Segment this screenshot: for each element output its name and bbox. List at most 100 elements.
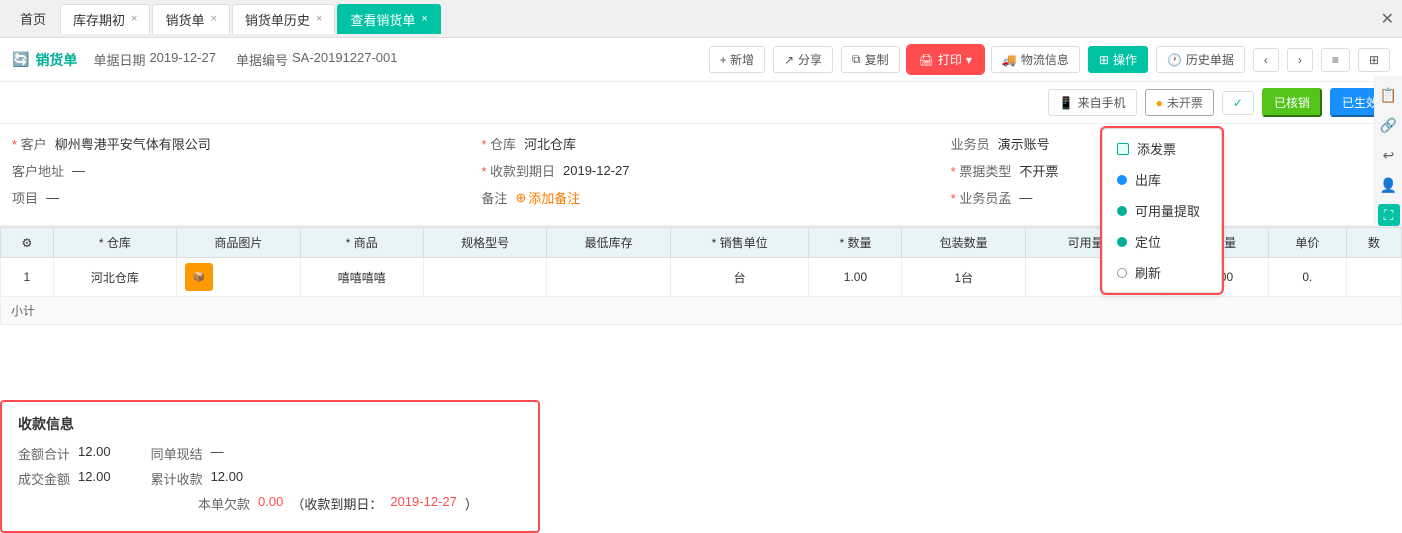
share-label: 分享	[798, 51, 822, 68]
col-warehouse: * 仓库	[53, 228, 176, 258]
print-button[interactable]: 🖨 打印 ▾	[908, 46, 983, 73]
payment-date-value: 2019-12-27	[563, 163, 630, 178]
project-label: 项目	[12, 188, 38, 207]
row-product-img: 📦	[177, 258, 300, 297]
available-qty-icon	[1117, 206, 1127, 216]
sidebar-icon-3[interactable]: ↩	[1378, 144, 1400, 166]
doc-number-group: 单据编号 SA-20191227-001	[236, 50, 398, 69]
add-invoice-label: 添发票	[1137, 139, 1176, 158]
refresh-icon	[1117, 268, 1127, 278]
view-list-button[interactable]: ≡	[1321, 48, 1350, 72]
available-qty-label: 可用量提取	[1135, 201, 1200, 220]
dropdown-add-invoice[interactable]: 添发票	[1103, 133, 1221, 164]
payment-row-1: 金额合计 12.00 同单现结 —	[18, 444, 522, 463]
deal-amount-label: 成交金额	[18, 469, 70, 488]
tab-view-sales-close[interactable]: ×	[421, 13, 427, 25]
confirm-icon-button[interactable]: ✓	[1222, 91, 1254, 115]
doc-number-value: SA-20191227-001	[292, 50, 398, 69]
dropdown-locate[interactable]: 定位	[1103, 226, 1221, 257]
amount-total-value: 12.00	[78, 444, 111, 463]
row-index: 1	[1, 258, 54, 297]
project-value: —	[46, 190, 59, 205]
sidebar-icon-1[interactable]: 📋	[1378, 84, 1400, 106]
logistics-label: 物流信息	[1021, 51, 1069, 68]
logistics-button[interactable]: 🚚 物流信息	[991, 46, 1080, 73]
sidebar-icon-4[interactable]: 👤	[1378, 174, 1400, 196]
tab-inventory-close[interactable]: ×	[131, 13, 137, 25]
new-button[interactable]: + 新增	[709, 46, 765, 73]
row-spec	[423, 258, 546, 297]
address-value: —	[72, 163, 85, 178]
tab-inventory-label: 库存期初	[73, 10, 125, 29]
doc-type-label: 销货单	[35, 50, 77, 70]
col-spec: 规格型号	[423, 228, 546, 258]
copy-icon: ⧉	[852, 52, 861, 67]
copy-button[interactable]: ⧉ 复制	[841, 46, 900, 73]
address-field: 客户地址 —	[12, 161, 451, 180]
nav-prev-button[interactable]: ‹	[1253, 48, 1279, 72]
share-button[interactable]: ↗ 分享	[773, 46, 833, 73]
doc-type-title: 🔄 销货单	[12, 50, 77, 70]
doc-meta: 单据日期 2019-12-27 单据编号 SA-20191227-001	[93, 50, 397, 69]
tab-sales-history-close[interactable]: ×	[316, 13, 322, 25]
sidebar-icon-5[interactable]: ⛶	[1378, 204, 1400, 226]
dropdown-available-qty[interactable]: 可用量提取	[1103, 195, 1221, 226]
refresh-label: 刷新	[1135, 263, 1161, 282]
tab-inventory[interactable]: 库存期初 ×	[60, 4, 150, 34]
dropdown-outbound[interactable]: 出库	[1103, 164, 1221, 195]
tab-sales-history-label: 销货单历史	[245, 10, 310, 29]
history-button[interactable]: 🕐 历史单据	[1156, 46, 1245, 73]
row-pack-qty: 1台	[902, 258, 1025, 297]
tab-sales[interactable]: 销货单 ×	[152, 4, 229, 34]
biz-staff-value: —	[1019, 190, 1032, 205]
nav-next-button[interactable]: ›	[1287, 48, 1313, 72]
col-settings[interactable]: ⚙	[1, 228, 54, 258]
subtotal-label: 小计	[11, 304, 35, 318]
history-icon: 🕐	[1167, 53, 1182, 67]
tab-sales-history[interactable]: 销货单历史 ×	[232, 4, 335, 34]
balance-note: （收款到期日：	[291, 494, 382, 513]
checked-button[interactable]: 已核销	[1262, 88, 1322, 117]
col-img: 商品图片	[177, 228, 300, 258]
product-image: 📦	[185, 263, 213, 291]
payment-row-3: 本单欠款 0.00 （收款到期日： 2019-12-27 ）	[18, 494, 522, 513]
payment-date-label: 收款到期日	[481, 161, 555, 180]
from-mobile-label: 来自手机	[1078, 94, 1126, 111]
payment-info-panel: 收款信息 金额合计 12.00 同单现结 — 成交金额 12.00 累计收款 1…	[0, 400, 540, 533]
add-remark-button[interactable]: ⊕ 添加备注	[515, 188, 580, 207]
col-pack-qty: 包装数量	[902, 228, 1025, 258]
remark-label: 备注	[481, 188, 507, 207]
biz-staff-label: 业务员孟	[951, 188, 1012, 207]
tab-home[interactable]: 首页	[8, 4, 58, 34]
col-unit: * 销售单位	[670, 228, 809, 258]
window-close-button[interactable]: ✕	[1381, 9, 1394, 29]
operate-button[interactable]: ⊞ 操作	[1088, 46, 1148, 73]
tab-sales-close[interactable]: ×	[210, 13, 216, 25]
row-unit: 台	[670, 258, 809, 297]
add-invoice-icon	[1117, 143, 1129, 155]
doc-number-label: 单据编号	[236, 50, 288, 69]
warehouse-label: 仓库	[481, 134, 516, 153]
tab-bar: 首页 库存期初 × 销货单 × 销货单历史 × 查看销货单 × ✕	[0, 0, 1402, 38]
share-icon: ↗	[784, 53, 794, 67]
balance-item: 本单欠款 0.00 （收款到期日： 2019-12-27 ）	[198, 494, 478, 513]
subtotal-row: 小计	[1, 297, 1402, 325]
from-mobile-button[interactable]: 📱 来自手机	[1048, 89, 1137, 116]
cumulative-item: 累计收款 12.00	[151, 469, 244, 488]
dropdown-refresh[interactable]: 刷新	[1103, 257, 1221, 288]
staff-value: 演示账号	[998, 134, 1050, 153]
row-price: 0.	[1268, 258, 1346, 297]
view-grid-button[interactable]: ⊞	[1358, 48, 1390, 72]
warehouse-value: 河北仓库	[524, 134, 576, 153]
not-open-button[interactable]: ● 未开票	[1145, 89, 1214, 116]
sidebar-icon-2[interactable]: 🔗	[1378, 114, 1400, 136]
row-min-stock	[547, 258, 670, 297]
add-remark-label: 添加备注	[528, 188, 580, 207]
deal-amount-value: 12.00	[78, 469, 111, 488]
tab-view-sales[interactable]: 查看销货单 ×	[337, 4, 440, 34]
ticket-icon: ●	[1156, 96, 1163, 110]
add-remark-icon: ⊕	[515, 190, 526, 206]
history-label: 历史单据	[1186, 51, 1234, 68]
row-product-name: 嘻嘻嘻嘻	[300, 258, 423, 297]
tab-sales-label: 销货单	[165, 10, 204, 29]
